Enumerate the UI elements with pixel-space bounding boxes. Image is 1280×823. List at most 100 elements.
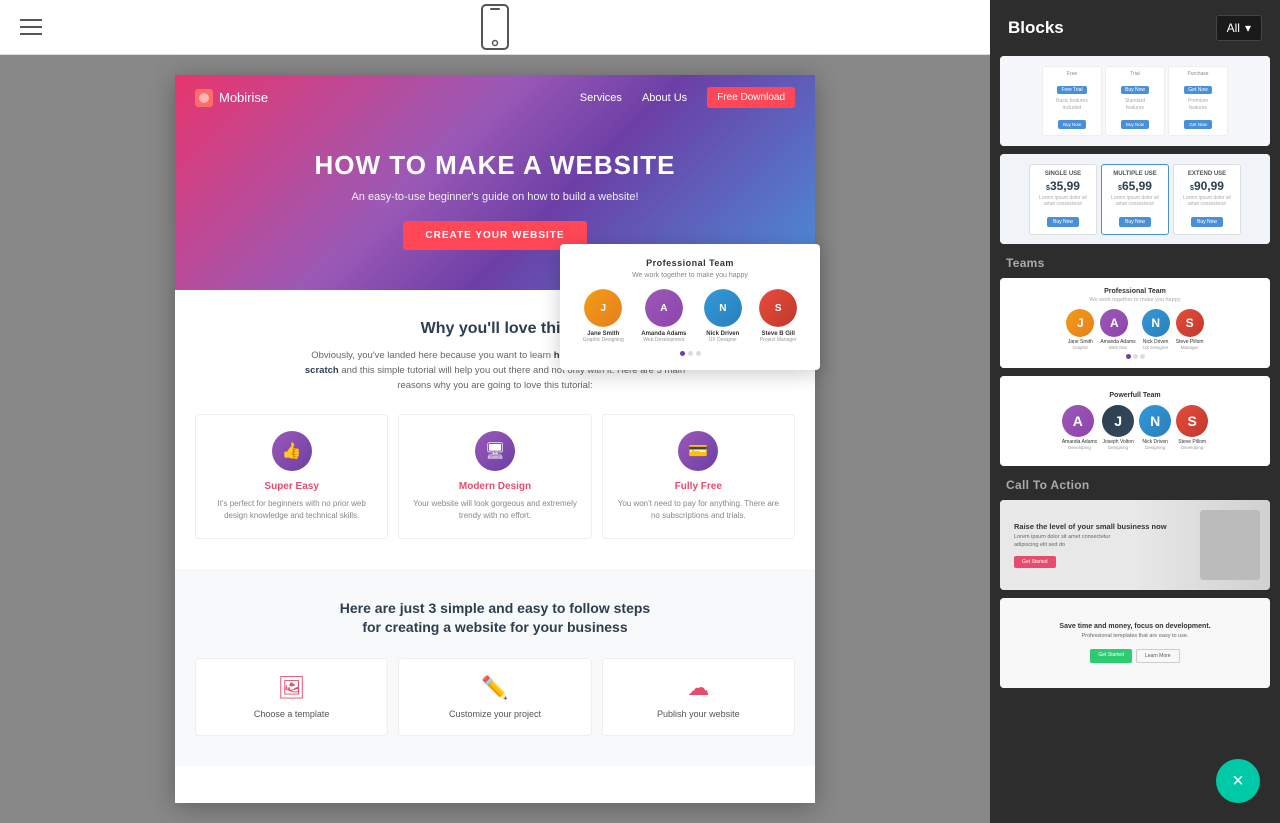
feature-card-1: 👍 Super Easy It's perfect for beginners … <box>195 414 388 539</box>
dot-2 <box>688 351 693 356</box>
team-member-role-1: Graphic Designing <box>583 337 624 343</box>
feature-title-1: Super Easy <box>206 481 377 492</box>
step-label-3: Publish your website <box>613 709 784 719</box>
pricing-main-preview: SINGLE USE $35,99 Lorem ipsum dolor sit … <box>1000 154 1270 244</box>
block-card-cta-2[interactable]: Save time and money, focus on developmen… <box>1000 598 1270 688</box>
price-multiple: MULTIPLE USE $65,99 Lorem ipsum dolor si… <box>1101 164 1169 235</box>
logo-text: Mobirise <box>219 90 268 105</box>
dropdown-arrow-icon: ▾ <box>1245 21 1251 35</box>
block-card-professional-team[interactable]: Professional Team We work together to ma… <box>1000 278 1270 368</box>
pro-team-avatars: J Jane Smith Graphic A Amanda Adams Web … <box>1066 309 1203 350</box>
pro-role-2: Web Dev <box>1100 345 1135 350</box>
all-dropdown-btn[interactable]: All ▾ <box>1216 15 1262 41</box>
team-member-2: A Amanda Adams Web Development <box>641 289 686 343</box>
create-website-btn[interactable]: CREATE YOUR WEBSITE <box>403 221 586 250</box>
team-member-1: J Jane Smith Graphic Designing <box>583 289 624 343</box>
pro-member-1: J Jane Smith Graphic <box>1066 309 1094 350</box>
feature-card-2: 🖥 Modern Design Your website will look g… <box>398 414 591 539</box>
team-popup-members: J Jane Smith Graphic Designing A Amanda … <box>574 289 806 343</box>
feature-icon-free: 💳 <box>678 431 718 471</box>
hero-nav-links: Services About Us Free Download <box>580 87 795 108</box>
feature-icon-design: 🖥 <box>475 431 515 471</box>
block-card-cta-1[interactable]: Raise the level of your small business n… <box>1000 500 1270 590</box>
team-avatar-2: A <box>645 289 683 327</box>
sidebar-title: Blocks <box>1008 18 1064 38</box>
dropdown-label: All <box>1227 21 1240 35</box>
pro-avatar-2: A <box>1100 309 1128 337</box>
pro-name-2: Amanda Adams <box>1100 339 1135 345</box>
cta2-title: Save time and money, focus on developmen… <box>1059 623 1210 630</box>
pro-member-4: S Steve Pillom Manager <box>1176 309 1204 350</box>
price-single: SINGLE USE $35,99 Lorem ipsum dolor sit … <box>1029 164 1097 235</box>
team-popup: Professional Team We work together to ma… <box>560 244 820 370</box>
hero-subtitle: An easy-to-use beginner's guide on how t… <box>195 191 795 203</box>
cta-section-label: Call To Action <box>1006 478 1264 492</box>
cta2-btn-secondary: Learn More <box>1136 649 1180 663</box>
preview-canvas[interactable]: Mobirise Services About Us Free Download… <box>0 55 990 823</box>
powerful-avatar-1: A <box>1062 405 1094 437</box>
team-member-role-2: Web Development <box>641 337 686 343</box>
steps-row: 🖼 Choose a template ✏️ Customize your pr… <box>195 658 795 736</box>
step-label-1: Choose a template <box>206 709 377 719</box>
powerful-role-3: Designing <box>1139 445 1171 450</box>
cta-1-preview: Raise the level of your small business n… <box>1000 500 1270 590</box>
website-preview: Mobirise Services About Us Free Download… <box>175 75 815 803</box>
steps-section: Here are just 3 simple and easy to follo… <box>175 569 815 766</box>
pro-avatar-1: J <box>1066 309 1094 337</box>
dot-1 <box>680 351 685 356</box>
powerful-team-preview: Powerfull Team A Amanda Adams Developing… <box>1000 376 1270 466</box>
team-member-role-3: UX Designer <box>704 337 742 343</box>
pro-team-dots <box>1126 354 1145 359</box>
hero-logo: Mobirise <box>195 89 268 107</box>
free-download-btn[interactable]: Free Download <box>707 87 795 108</box>
dot-3 <box>696 351 701 356</box>
nav-link-about[interactable]: About Us <box>642 92 687 104</box>
sidebar: Blocks All ▾ Free Free Trial Basic featu… <box>990 0 1280 823</box>
toolbar <box>0 0 990 55</box>
pro-avatar-4: S <box>1176 309 1204 337</box>
top-price-3: Purchase Get Now Premiumfeatures Get Now <box>1168 66 1228 136</box>
pro-avatar-3: N <box>1142 309 1170 337</box>
cta1-text: Lorem ipsum dolor sit amet consectetur a… <box>1014 534 1134 549</box>
close-sidebar-btn[interactable]: × <box>1216 759 1260 803</box>
powerful-role-2: Designing <box>1102 445 1134 450</box>
step-card-1: 🖼 Choose a template <box>195 658 388 736</box>
features-row: 👍 Super Easy It's perfect for beginners … <box>195 414 795 539</box>
team-avatar-1: J <box>584 289 622 327</box>
sidebar-header: Blocks All ▾ <box>990 0 1280 56</box>
block-card-pricing-main[interactable]: SINGLE USE $35,99 Lorem ipsum dolor sit … <box>1000 154 1270 244</box>
step-icon-template: 🖼 <box>206 675 377 701</box>
powerful-role-4: Developing <box>1176 445 1208 450</box>
teams-section-label: Teams <box>1006 256 1264 270</box>
cta1-btn: Get Started <box>1014 556 1056 568</box>
logo-icon <box>195 89 213 107</box>
top-price-1: Free Free Trial Basic featuresincluded B… <box>1042 66 1102 136</box>
sidebar-content[interactable]: Free Free Trial Basic featuresincluded B… <box>990 56 1280 823</box>
pro-team-title: Professional Team <box>1104 288 1166 295</box>
hero-title: HOW TO MAKE A WEBSITE <box>195 150 795 181</box>
team-member-role-4: Project Manager <box>759 337 797 343</box>
step-card-3: ☁ Publish your website <box>602 658 795 736</box>
pro-member-2: A Amanda Adams Web Dev <box>1100 309 1135 350</box>
feature-desc-3: You won't need to pay for anything. Ther… <box>613 498 784 522</box>
team-popup-subtitle: We work together to make you happy <box>574 272 806 279</box>
hero-section: Mobirise Services About Us Free Download… <box>175 75 815 290</box>
powerful-avatar-3: N <box>1139 405 1171 437</box>
mobile-device-icon[interactable] <box>481 4 509 50</box>
step-icon-publish: ☁ <box>613 675 784 701</box>
pro-member-3: N Nick Driven UX Designer <box>1142 309 1170 350</box>
block-card-powerful-team[interactable]: Powerfull Team A Amanda Adams Developing… <box>1000 376 1270 466</box>
step-icon-customize: ✏️ <box>409 675 580 701</box>
block-card-pricing-top[interactable]: Free Free Trial Basic featuresincluded B… <box>1000 56 1270 146</box>
powerful-avatar-4: S <box>1176 405 1208 437</box>
steps-title: Here are just 3 simple and easy to follo… <box>195 599 795 638</box>
nav-link-services[interactable]: Services <box>580 92 622 104</box>
main-area: Mobirise Services About Us Free Download… <box>0 0 990 823</box>
powerful-member-3: N Nick Driven Designing <box>1139 405 1171 450</box>
feature-title-3: Fully Free <box>613 481 784 492</box>
hamburger-menu[interactable] <box>20 19 42 35</box>
pro-name-3: Nick Driven <box>1142 339 1170 345</box>
team-member-4: S Steve B Gill Project Manager <box>759 289 797 343</box>
cta2-btns: Get Started Learn More <box>1090 649 1179 663</box>
pro-team-sub: We work together to make you happy <box>1089 297 1180 303</box>
